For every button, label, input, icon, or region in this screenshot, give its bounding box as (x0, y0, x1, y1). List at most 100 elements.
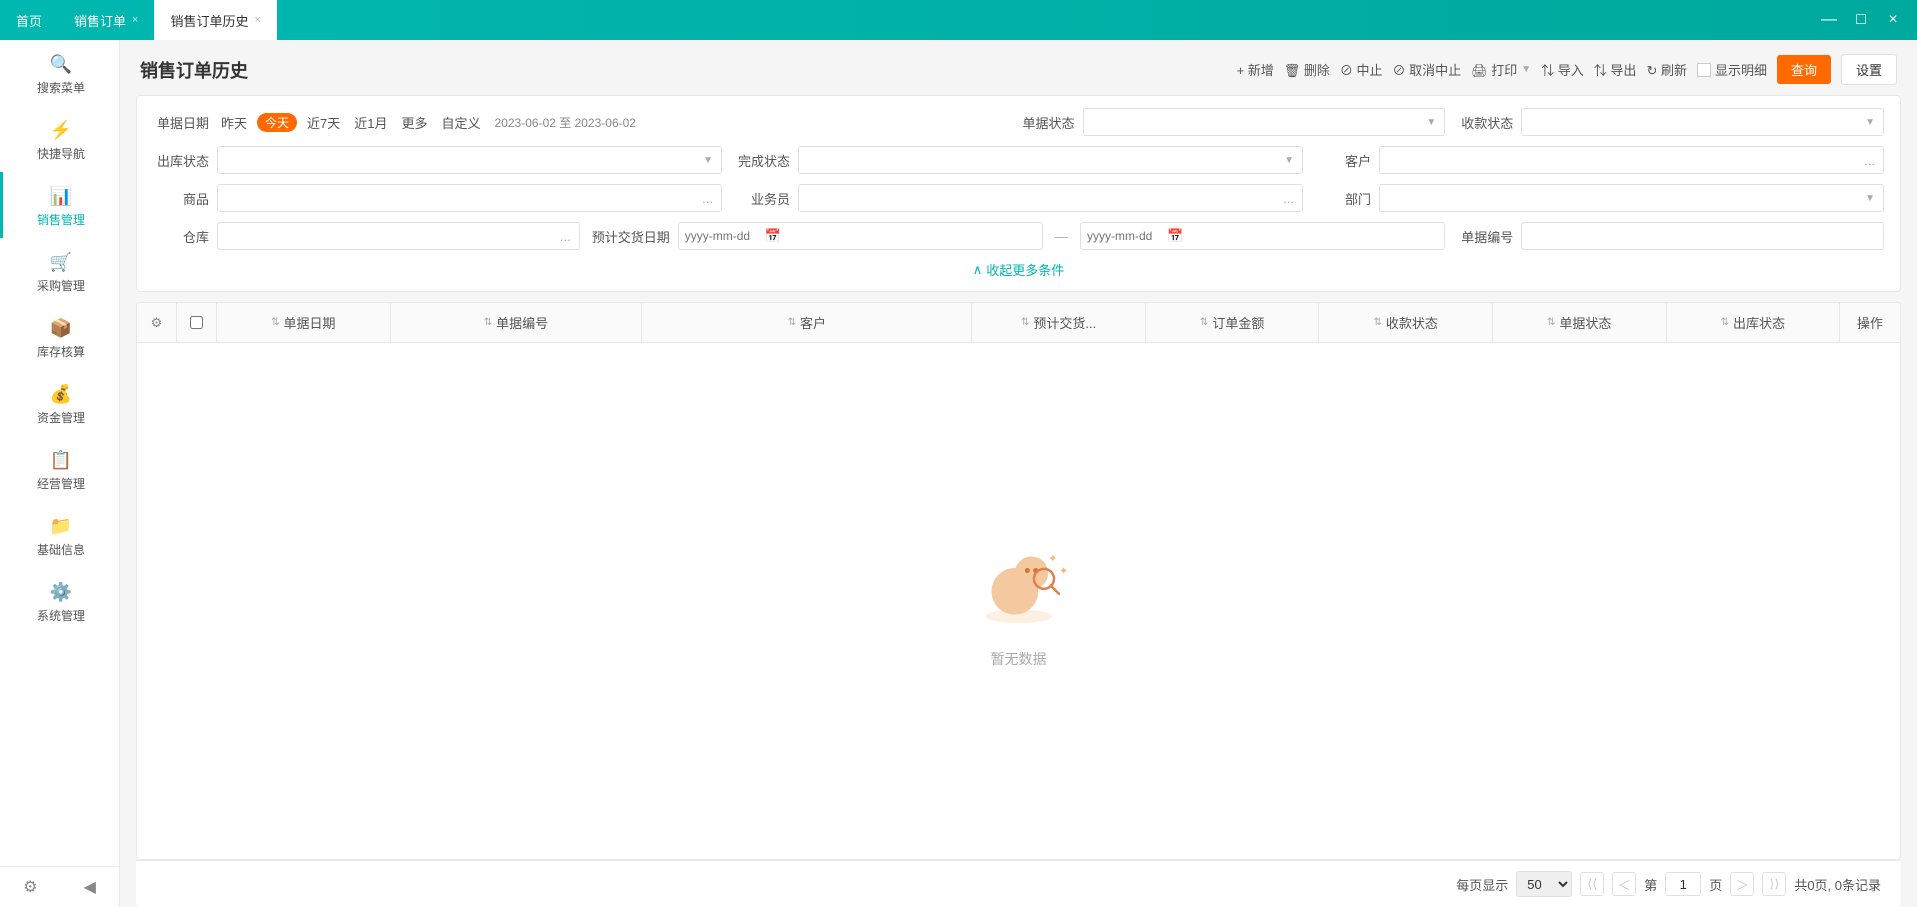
sidebar-collapse-button[interactable]: ◀ (84, 877, 96, 897)
bill-no-input[interactable] (1521, 222, 1884, 250)
query-button[interactable]: 查询 (1777, 55, 1831, 84)
filter-date: 单据日期 昨天 今天 近7天 近1月 更多 自定义 2023-06-02 至 2… (153, 111, 1007, 134)
collapse-label: 收起更多条件 (986, 260, 1064, 279)
th-out-status-icon: ⇅ (1721, 317, 1729, 328)
goods-select[interactable]: ... (217, 184, 722, 212)
cancel-stop-label: ⊘ 取消中止 (1393, 60, 1462, 79)
tab-home-label: 首页 (16, 11, 42, 30)
delivery-date-from-input[interactable] (685, 229, 765, 243)
window-controls: — □ × (1817, 8, 1917, 32)
complete-status-arrow-icon: ▼ (1284, 155, 1294, 166)
prev-page-button[interactable]: ＜ (1612, 872, 1636, 896)
search-menu-icon: 🔍 (50, 54, 72, 75)
sidebar-item-search-menu[interactable]: 🔍 搜索菜单 (0, 40, 119, 106)
sidebar-label-search-menu: 搜索菜单 (37, 79, 85, 96)
sidebar-item-system-mgmt[interactable]: ⚙️ 系统管理 (0, 568, 119, 634)
th-out-status-label: 出库状态 (1733, 313, 1785, 332)
filter-bill-status: 单据状态 ▼ (1019, 108, 1446, 136)
salesperson-label: 业务员 (734, 189, 790, 208)
empty-illustration: ✦ ✦ (969, 533, 1069, 633)
minimize-button[interactable]: — (1817, 8, 1841, 32)
page-label: 页 (1709, 875, 1722, 894)
sidebar-item-basic-info[interactable]: 📁 基础信息 (0, 502, 119, 568)
payment-status-select[interactable]: ▼ (1521, 108, 1884, 136)
date-option-today[interactable]: 今天 (257, 113, 297, 132)
th-amount-label: 订单金额 (1212, 313, 1264, 332)
delivery-date-to-input[interactable] (1087, 229, 1167, 243)
th-gear[interactable]: ⚙ (137, 303, 177, 342)
date-option-custom[interactable]: 自定义 (438, 111, 485, 134)
bill-status-label: 单据状态 (1019, 113, 1075, 132)
sidebar-item-inventory[interactable]: 📦 库存核算 (0, 304, 119, 370)
date-option-more[interactable]: 更多 (398, 111, 432, 134)
filter-bill-no: 单据编号 (1457, 222, 1884, 250)
collapse-arrow-icon: ∧ (973, 262, 983, 278)
filter-salesperson: 业务员 ... (734, 184, 1303, 212)
select-all-checkbox[interactable] (190, 316, 203, 329)
close-window-button[interactable]: × (1881, 8, 1905, 32)
date-option-1month[interactable]: 近1月 (350, 111, 391, 134)
date-option-yesterday[interactable]: 昨天 (217, 111, 251, 134)
bill-status-select[interactable]: ▼ (1083, 108, 1446, 136)
settings-button[interactable]: 设置 (1841, 54, 1897, 85)
th-delivery-icon: ⇅ (1021, 317, 1029, 328)
delivery-date-to-cal-icon[interactable]: 📅 (1167, 228, 1183, 244)
first-page-button[interactable]: ⟨⟨ (1580, 872, 1604, 896)
customer-dots: ... (1864, 153, 1875, 168)
export-button[interactable]: ⇅ 导出 (1594, 60, 1637, 79)
sales-mgmt-icon: 📊 (50, 186, 72, 207)
tab-sales-order-close[interactable]: × (132, 14, 138, 26)
system-mgmt-icon: ⚙️ (50, 582, 72, 603)
filter-row-3: 商品 ... 业务员 ... 部门 ▼ (153, 184, 1884, 212)
filter-delivery-date: 预计交货日期 📅 — 📅 (592, 222, 1446, 250)
th-customer-label: 客户 (800, 313, 826, 332)
maximize-button[interactable]: □ (1849, 8, 1873, 32)
th-check[interactable] (177, 303, 217, 342)
sidebar-item-purchase-mgmt[interactable]: 🛒 采购管理 (0, 238, 119, 304)
warehouse-select[interactable]: ... (217, 222, 580, 250)
th-delivery: ⇅ 预计交货... (972, 303, 1146, 342)
sidebar-item-capital-mgmt[interactable]: 💰 资金管理 (0, 370, 119, 436)
tab-sales-order-history[interactable]: 销售订单历史 × (154, 0, 276, 40)
last-page-button[interactable]: ⟩⟩ (1762, 872, 1786, 896)
sidebar-item-operation-mgmt[interactable]: 📋 经营管理 (0, 436, 119, 502)
sidebar-label-capital-mgmt: 资金管理 (37, 409, 85, 426)
th-amount: ⇅ 订单金额 (1146, 303, 1320, 342)
new-button[interactable]: + 新增 (1237, 60, 1274, 79)
page-number-input[interactable] (1665, 872, 1701, 896)
th-payment-status-label: 收款状态 (1386, 313, 1438, 332)
dept-select[interactable]: ▼ (1379, 184, 1884, 212)
per-page-label: 每页显示 (1456, 875, 1508, 894)
tab-home[interactable]: 首页 (0, 0, 58, 40)
th-date: ⇅ 单据日期 (217, 303, 391, 342)
stop-button[interactable]: ⊘ 中止 (1340, 60, 1383, 79)
next-page-button[interactable]: ＞ (1730, 872, 1754, 896)
print-button[interactable]: 🖨 打印 ▼ (1471, 60, 1531, 79)
tab-sales-order-history-close[interactable]: × (254, 14, 260, 26)
sidebar-settings-button[interactable]: ⚙ (23, 877, 37, 897)
cancel-stop-button[interactable]: ⊘ 取消中止 (1393, 60, 1462, 79)
filter-complete-status: 完成状态 ▼ (734, 146, 1303, 174)
collapse-row[interactable]: ∧ 收起更多条件 (153, 260, 1884, 279)
customer-select[interactable]: ... (1379, 146, 1884, 174)
display-cols-toggle[interactable]: 显示明细 (1697, 60, 1767, 79)
sidebar-item-sales-mgmt[interactable]: 📊 销售管理 (0, 172, 119, 238)
refresh-button[interactable]: ↻ 刷新 (1646, 60, 1687, 79)
import-button[interactable]: ⇅ 导入 (1541, 60, 1584, 79)
delete-button[interactable]: 🗑 删除 (1284, 60, 1330, 79)
salesperson-select[interactable]: ... (798, 184, 1303, 212)
per-page-select[interactable]: 50 20 100 (1516, 871, 1572, 897)
th-customer-icon: ⇅ (788, 317, 796, 328)
complete-status-select[interactable]: ▼ (798, 146, 1303, 174)
date-label: 单据日期 (153, 113, 209, 132)
filter-payment-status: 收款状态 ▼ (1457, 108, 1884, 136)
date-option-7days[interactable]: 近7天 (303, 111, 344, 134)
tab-sales-order[interactable]: 销售订单 × (58, 0, 154, 40)
delivery-date-label: 预计交货日期 (592, 227, 670, 246)
sidebar-label-system-mgmt: 系统管理 (37, 607, 85, 624)
sidebar-item-quick-nav[interactable]: ⚡ 快捷导航 (0, 106, 119, 172)
delivery-date-from-cal-icon[interactable]: 📅 (765, 228, 781, 244)
out-status-select[interactable]: ▼ (217, 146, 722, 174)
display-cols-label: 显示明细 (1715, 60, 1767, 79)
display-cols-checkbox[interactable] (1697, 63, 1711, 77)
